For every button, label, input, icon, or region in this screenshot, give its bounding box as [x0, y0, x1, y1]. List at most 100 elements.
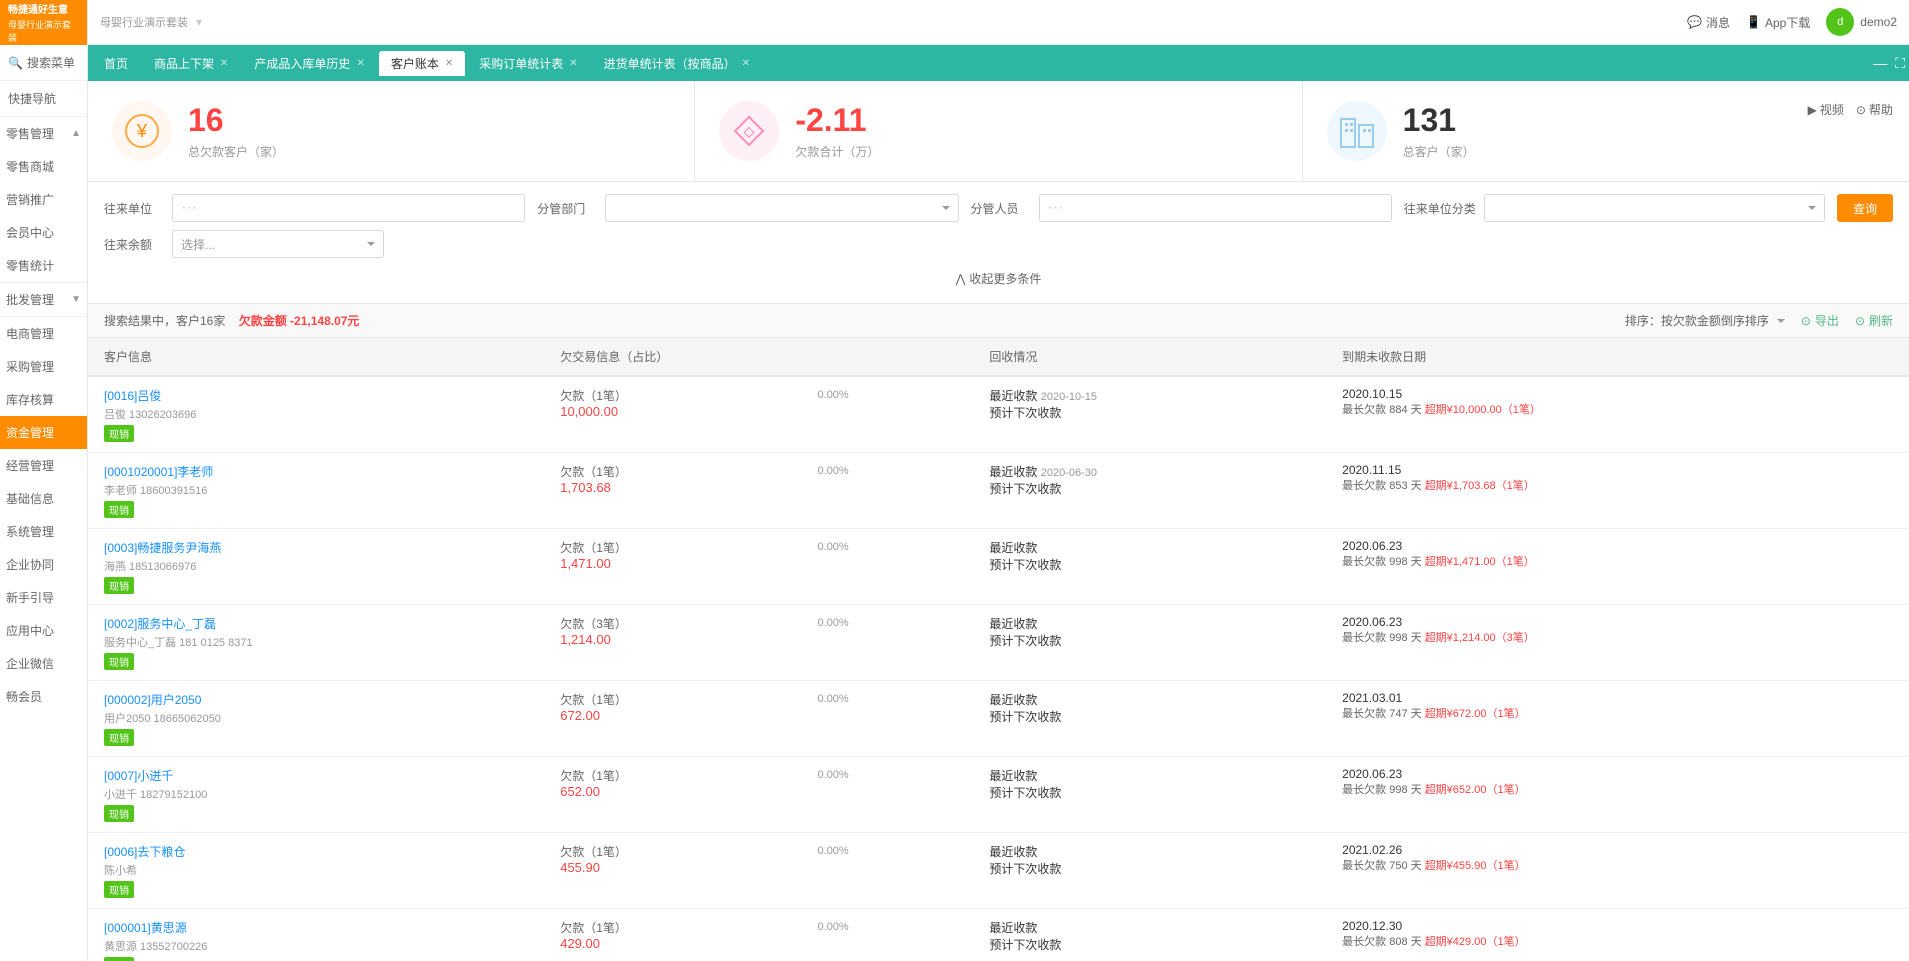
overdue-amount-1[interactable]: 超期¥1,703.68（1笔） — [1425, 480, 1535, 492]
debt-amount-6[interactable]: 455.90 — [560, 860, 777, 875]
customer-id-3[interactable]: [0002]服务中心_丁磊 — [104, 615, 528, 632]
overdue-amount-7[interactable]: 超期¥429.00（1笔） — [1425, 936, 1526, 948]
sidebar-item-finance[interactable]: 资金管理 — [0, 416, 87, 449]
refresh-btn[interactable]: ⊙ 刷新 — [1855, 312, 1893, 329]
filter-manager-input[interactable]: ··· — [1039, 194, 1392, 222]
sidebar-item-quick-nav[interactable]: 快捷导航 — [0, 81, 87, 117]
sidebar-item-basic-info[interactable]: 基础信息 — [0, 482, 87, 515]
message-icon: 💬 — [1687, 15, 1702, 29]
customer-id-0[interactable]: [0016]吕俊 — [104, 387, 528, 404]
tab-production-history-close[interactable]: ✕ — [356, 58, 364, 69]
filter-from-unit-input[interactable]: ··· — [172, 194, 525, 222]
tab-purchase-order[interactable]: 采购订单统计表 ✕ — [467, 51, 589, 76]
tab-product-shelf[interactable]: 商品上下架 ✕ — [142, 51, 240, 76]
tab-production-history[interactable]: 产成品入库单历史 ✕ — [242, 51, 376, 76]
sidebar-item-search[interactable]: 🔍 搜索菜单 — [0, 45, 87, 81]
overdue-amount-6[interactable]: 超期¥455.90（1笔） — [1425, 860, 1526, 872]
video-btn[interactable]: ▶ 视频 — [1808, 101, 1844, 118]
tabs-maximize-btn[interactable]: ⛶ — [1895, 55, 1905, 72]
sidebar-item-ecommerce[interactable]: 电商管理 — [0, 317, 87, 350]
customer-id-6[interactable]: [0006]去下粮仓 — [104, 843, 528, 860]
next-collection-label-2: 预计下次收款 — [989, 558, 1061, 572]
sidebar-item-retail-stats[interactable]: 零售统计 — [0, 249, 87, 282]
logo-text: 畅捷通好生意 — [8, 1, 79, 16]
filter-dept-select[interactable] — [605, 194, 958, 222]
results-info: 搜索结果中，客户16家 欠款金额 -21,148.07元 — [104, 312, 359, 329]
debt-amount-1[interactable]: 1,703.68 — [560, 480, 777, 495]
sidebar-item-marketing[interactable]: 营销推广 — [0, 183, 87, 216]
collapse-label: 收起更多条件 — [969, 270, 1041, 287]
sidebar-item-enterprise-wechat[interactable]: 企业微信 — [0, 647, 87, 680]
help-btn[interactable]: ⊙ 帮助 — [1856, 101, 1893, 118]
cell-customer-0: [0016]吕俊 吕俊 13026203696 现销 — [88, 376, 544, 453]
debt-amount-3[interactable]: 1,214.00 — [560, 632, 777, 647]
sidebar-item-newbie[interactable]: 新手引导 — [0, 581, 87, 614]
collapse-btn[interactable]: ⋀ 收起更多条件 — [952, 266, 1046, 291]
table-row: [0003]畅捷服务尹海燕 海燕 18513066976 现销 欠款（1笔） 1… — [88, 529, 1909, 605]
search-button[interactable]: 查询 — [1837, 194, 1893, 222]
export-btn[interactable]: ⊙ 导出 — [1801, 312, 1839, 329]
overdue-amount-2[interactable]: 超期¥1,471.00（1笔） — [1425, 556, 1535, 568]
overdue-amount-5[interactable]: 超期¥652.00（1笔） — [1425, 784, 1526, 796]
inventory-label: 库存核算 — [6, 391, 54, 408]
user-profile[interactable]: d demo2 — [1826, 8, 1897, 36]
tab-customer-account-close[interactable]: ✕ — [445, 58, 453, 69]
sidebar-item-inventory[interactable]: 库存核算 — [0, 383, 87, 416]
export-icon: ⊙ — [1801, 314, 1811, 328]
sidebar-item-retail-mgmt[interactable]: 零售管理 ▲ — [0, 117, 87, 150]
customer-id-1[interactable]: [0001020001]李老师 — [104, 463, 528, 480]
cell-due-1: 2020.11.15 最长欠款 853 天 超期¥1,703.68（1笔） — [1326, 453, 1909, 529]
tab-incoming-stats[interactable]: 进货单统计表（按商品） ✕ — [592, 51, 762, 76]
overdue-amount-3[interactable]: 超期¥1,214.00（3笔） — [1425, 632, 1535, 644]
sidebar-batch-section: 批发管理 ▼ — [0, 283, 87, 317]
debt-amount-0[interactable]: 10,000.00 — [560, 404, 777, 419]
sidebar-item-batch-mgmt[interactable]: 批发管理 ▼ — [0, 283, 87, 316]
sidebar-item-operation[interactable]: 经营管理 — [0, 449, 87, 482]
stat-label-total-customers: 总客户（家） — [1403, 143, 1475, 160]
sidebar-item-retail-mall[interactable]: 零售商城 — [0, 150, 87, 183]
tab-product-shelf-close[interactable]: ✕ — [220, 58, 228, 69]
collection-info-4: 最近收款 — [989, 691, 1310, 708]
sidebar-item-purchase[interactable]: 采购管理 — [0, 350, 87, 383]
phone-icon: 📱 — [1746, 15, 1761, 29]
filter-area: 往来单位 ··· 分管部门 分管人员 — [88, 182, 1909, 304]
debt-count-0: 欠款（1笔） — [560, 387, 777, 404]
sidebar-item-system[interactable]: 系统管理 — [0, 515, 87, 548]
overdue-amount-0[interactable]: 超期¥10,000.00（1笔） — [1425, 404, 1541, 416]
balance-placeholder: 选择... — [181, 236, 215, 253]
debt-amount-2[interactable]: 1,471.00 — [560, 556, 777, 571]
debt-count-2: 欠款（1笔） — [560, 539, 777, 556]
tab-purchase-order-close[interactable]: ✕ — [569, 58, 577, 69]
customer-id-7[interactable]: [000001]黄思源 — [104, 919, 528, 936]
debt-amount-5[interactable]: 652.00 — [560, 784, 777, 799]
tab-customer-account[interactable]: 客户账本 ✕ — [379, 51, 465, 76]
filter-from-unit-label: 往来单位 — [104, 200, 164, 217]
filter-manager-label: 分管人员 — [971, 200, 1031, 217]
customer-id-4[interactable]: [000002]用户2050 — [104, 691, 528, 708]
message-btn[interactable]: 💬 消息 — [1687, 14, 1730, 31]
overdue-amount-4[interactable]: 超期¥672.00（1笔） — [1425, 708, 1526, 720]
tab-incoming-stats-close[interactable]: ✕ — [742, 58, 750, 69]
cell-due-4: 2021.03.01 最长欠款 747 天 超期¥672.00（1笔） — [1326, 681, 1909, 757]
debt-amount-7[interactable]: 429.00 — [560, 936, 777, 951]
customer-id-2[interactable]: [0003]畅捷服务尹海燕 — [104, 539, 528, 556]
filter-balance-select[interactable]: 选择... — [172, 230, 384, 258]
sidebar-item-vip-member[interactable]: 畅会员 — [0, 680, 87, 713]
cell-customer-1: [0001020001]李老师 李老师 18600391516 现销 — [88, 453, 544, 529]
debt-amount-4[interactable]: 672.00 — [560, 708, 777, 723]
sort-select[interactable]: 排序：按欠款金额倒序排序 — [1625, 312, 1785, 329]
customer-id-5[interactable]: [0007]小迸千 — [104, 767, 528, 784]
next-collection-info-2: 预计下次收款 — [989, 556, 1310, 573]
sidebar-item-app-center[interactable]: 应用中心 — [0, 614, 87, 647]
app-download-btn[interactable]: 📱 App下载 — [1746, 14, 1810, 31]
filter-unit-category-select[interactable] — [1484, 194, 1825, 222]
collection-info-1: 最近收款 2020-06-30 — [989, 463, 1310, 480]
tab-incoming-stats-label: 进货单统计表（按商品） — [604, 55, 736, 72]
sort-chevron-icon — [1777, 319, 1785, 323]
tabs-minimize-btn[interactable]: — — [1873, 55, 1887, 71]
next-collection-label-6: 预计下次收款 — [989, 862, 1061, 876]
sidebar-item-member[interactable]: 会员中心 — [0, 216, 87, 249]
tab-home[interactable]: 首页 — [92, 51, 140, 76]
debt-count-3: 欠款（3笔） — [560, 615, 777, 632]
sidebar-item-enterprise[interactable]: 企业协同 — [0, 548, 87, 581]
